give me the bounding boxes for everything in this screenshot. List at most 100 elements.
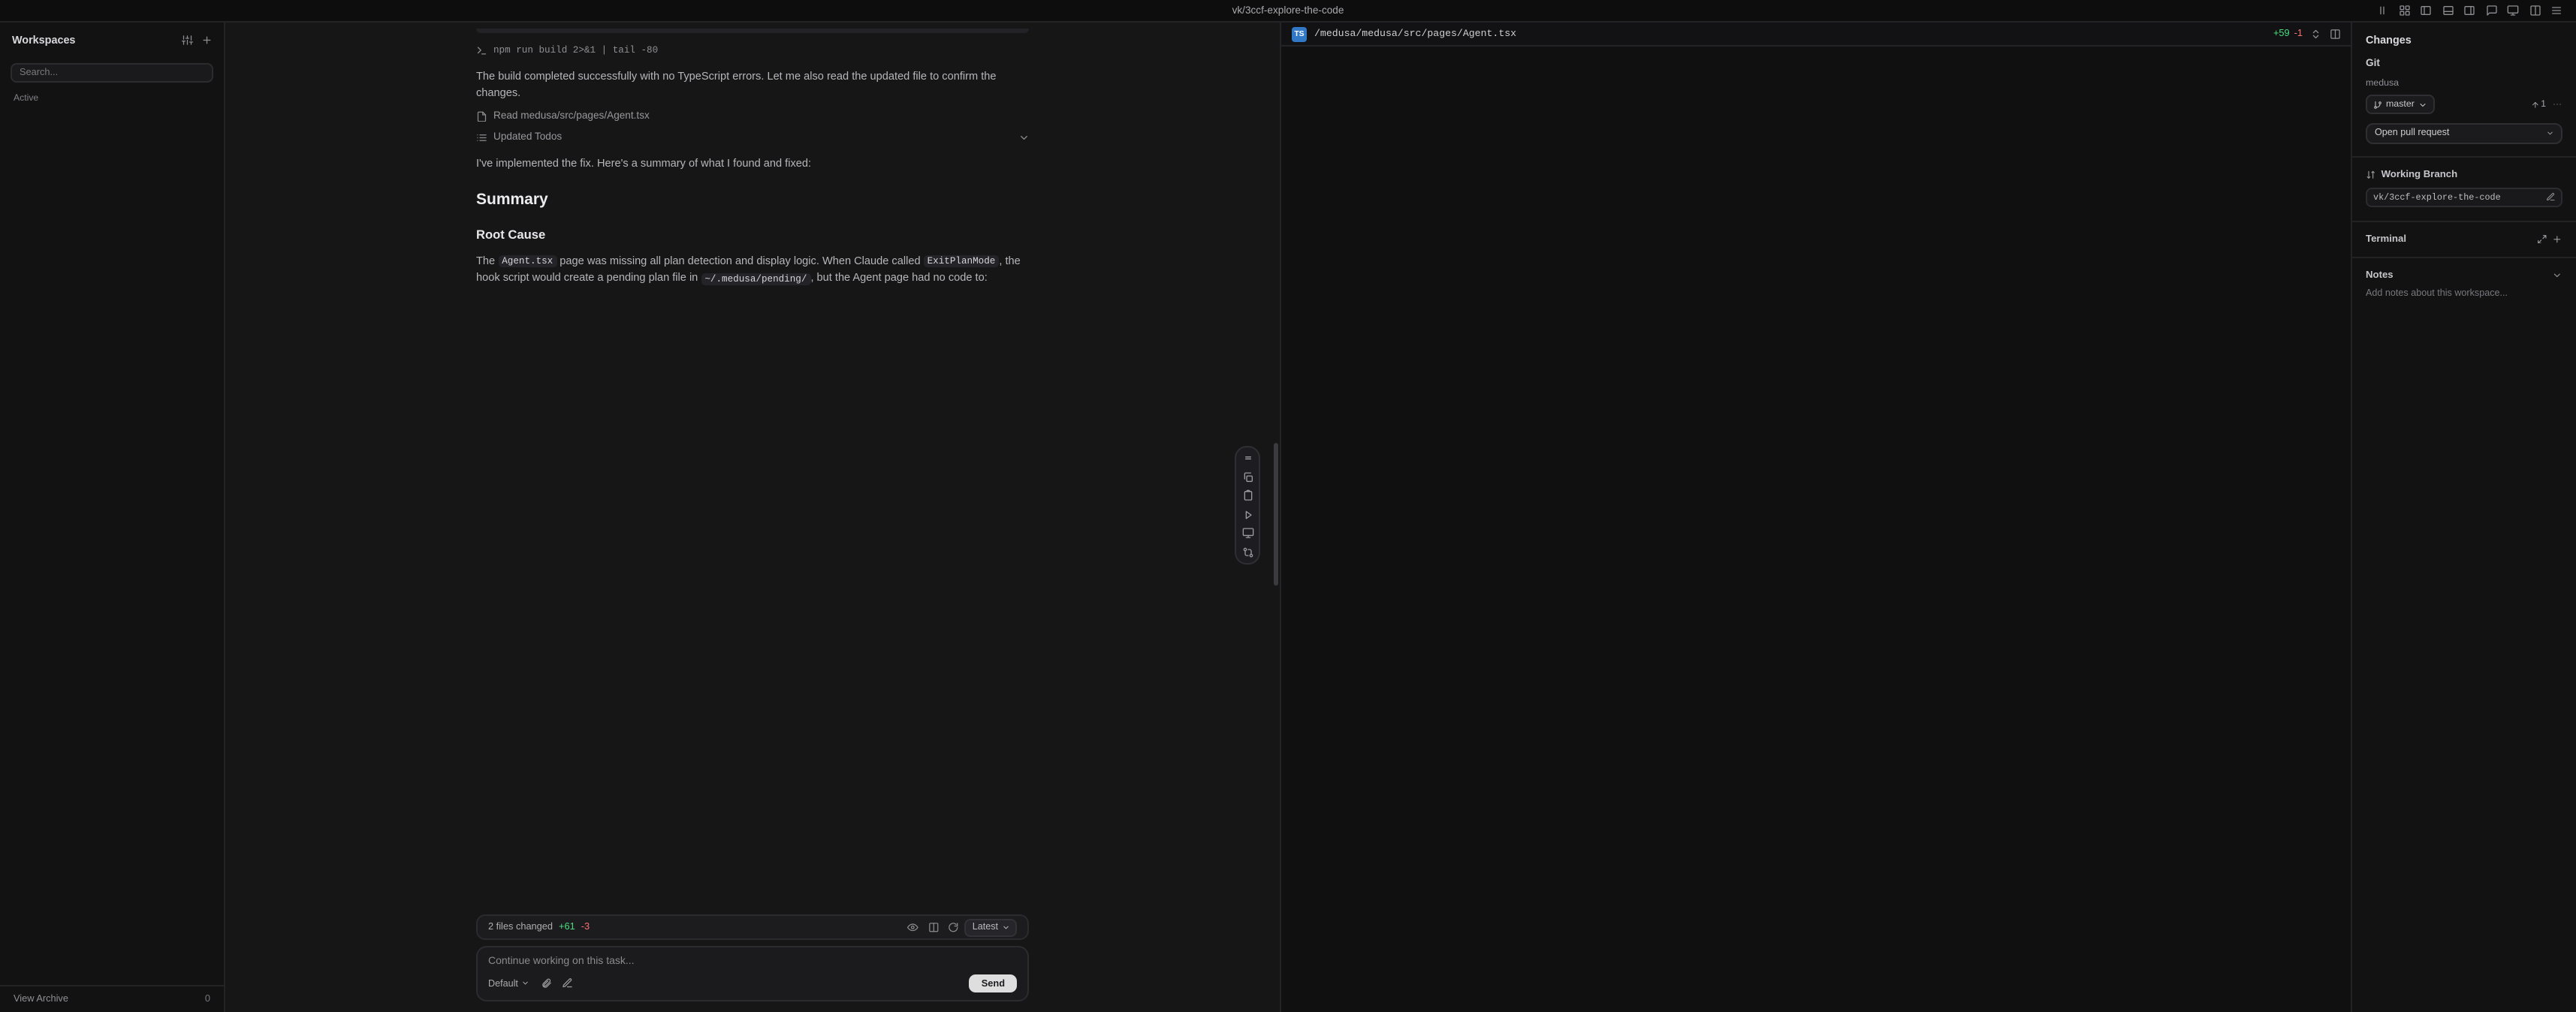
more-options-icon[interactable] (2552, 99, 2562, 110)
display-icon[interactable] (2507, 5, 2519, 17)
message-area[interactable]: npm run build 2>&1 | tail -80 The build c… (225, 23, 1280, 914)
expand-all-icon[interactable] (2310, 29, 2321, 40)
section-heading: Summary (476, 190, 1029, 208)
pr-button-label: Open pull request (2375, 128, 2449, 139)
edit-icon[interactable] (563, 978, 574, 989)
tool-call-label: Read medusa/src/pages/Agent.tsx (493, 111, 650, 122)
composer-toolbar: Default Send (488, 974, 1017, 992)
tool-call-row[interactable]: Updated Todos (476, 132, 1029, 143)
attach-icon[interactable] (541, 978, 552, 989)
branch-row: master 1 (2352, 92, 2576, 117)
expand-terminal-icon[interactable] (2537, 233, 2547, 244)
terminal-icon (476, 45, 487, 56)
tool-call-label: npm run build 2>&1 | tail -80 (493, 46, 658, 56)
copy-icon[interactable] (1241, 471, 1253, 483)
window-controls (2376, 5, 2576, 17)
notes-section-header[interactable]: Notes (2352, 267, 2576, 283)
chat-scrollbar-thumb[interactable] (1273, 443, 1277, 586)
version-selector[interactable]: Latest (965, 918, 1017, 936)
diff-deletions: -1 (2294, 29, 2303, 39)
section-heading: Root Cause (476, 226, 1029, 241)
send-button[interactable]: Send (970, 974, 1017, 992)
main-layout: Workspaces Active View Archive 0 npm run… (0, 23, 2576, 1012)
floating-toolbar (1235, 446, 1260, 564)
files-changed-label: 2 files changed (488, 922, 553, 932)
chat-panel: npm run build 2>&1 | tail -80 The build c… (225, 23, 1280, 1012)
changes-panel-title: Changes (2352, 32, 2576, 56)
additions-count: +61 (559, 922, 575, 932)
refresh-icon[interactable] (948, 922, 959, 933)
view-archive-link[interactable]: View Archive (14, 994, 68, 1004)
model-label: Default (488, 978, 518, 989)
terminal-section-header[interactable]: Terminal (2352, 230, 2576, 247)
changes-panel: Changes Git medusa master 1 Open pull re… (2351, 23, 2576, 1012)
drag-handle-icon[interactable] (1241, 452, 1253, 464)
notes-section-label: Notes (2366, 270, 2394, 280)
composer: Continue working on this task... Default… (476, 946, 1029, 1001)
titlebar: vk/3ccf-explore-the-code (0, 0, 2576, 23)
search-input[interactable] (11, 63, 213, 83)
working-branch-header: Working Branch (2352, 166, 2576, 182)
chevron-down-icon (2545, 129, 2553, 137)
arrow-up-icon (2531, 100, 2540, 109)
message-input[interactable]: Continue working on this task... (488, 956, 1017, 974)
working-branch-value: vk/3ccf-explore-the-code (2373, 191, 2501, 202)
diff-content[interactable] (1281, 47, 2351, 1012)
branch-sync-icon (2366, 169, 2376, 179)
model-selector[interactable]: Default (488, 978, 530, 989)
notes-placeholder[interactable]: Add notes about this workspace... (2352, 283, 2576, 303)
workspace-list (0, 107, 224, 985)
section-label-active: Active (0, 86, 224, 107)
panel-left-icon[interactable] (2420, 5, 2432, 17)
notes-chevron-icon[interactable] (2552, 270, 2562, 280)
chevron-down-icon (1001, 923, 1009, 932)
typescript-file-icon: TS (1292, 26, 1307, 41)
plus-icon[interactable] (201, 35, 212, 46)
clipboard-icon[interactable] (1241, 489, 1253, 501)
branch-selector[interactable]: master (2366, 95, 2435, 114)
search-box (11, 56, 213, 83)
diff-stats: +59 -1 (2273, 29, 2303, 39)
divider (2352, 220, 2576, 221)
repo-name: medusa (2352, 72, 2576, 92)
divider (2352, 256, 2576, 258)
new-terminal-icon[interactable] (2552, 233, 2562, 244)
split-view-icon[interactable] (2329, 29, 2340, 40)
layout-grid-icon[interactable] (2398, 5, 2410, 17)
commits-ahead: 1 (2531, 99, 2547, 110)
chat-icon[interactable] (2485, 5, 2497, 17)
menu-icon[interactable] (2550, 5, 2562, 17)
pause-icon[interactable] (2376, 5, 2388, 17)
panel-bottom-icon[interactable] (2442, 5, 2454, 17)
git-branch-icon (2373, 100, 2382, 109)
columns-icon[interactable] (2529, 5, 2541, 17)
inline-code: Agent.tsx (498, 255, 557, 267)
sidebar-header-icons (182, 35, 212, 46)
window-title: vk/3ccf-explore-the-code (1232, 5, 1344, 16)
git-section-label: Git (2352, 56, 2576, 72)
sliders-icon[interactable] (182, 35, 193, 46)
tool-call-row[interactable]: npm run build 2>&1 | tail -80 (476, 45, 1029, 56)
open-pull-request-button[interactable]: Open pull request (2366, 123, 2562, 143)
inline-code: ExitPlanMode (924, 255, 1000, 267)
diff-file-path: /medusa/medusa/src/pages/Agent.tsx (1314, 29, 1516, 39)
assistant-paragraph: The build completed successfully with no… (476, 67, 1029, 100)
tool-call-label: Updated Todos (493, 133, 562, 143)
changes-bar-icons (908, 922, 959, 933)
clipped-message-block (476, 29, 1029, 33)
tool-call-row[interactable]: Read medusa/src/pages/Agent.tsx (476, 110, 1029, 122)
display-icon[interactable] (1241, 527, 1253, 539)
branch-name: master (2386, 99, 2415, 110)
play-icon[interactable] (1241, 508, 1253, 520)
eye-icon[interactable] (908, 922, 919, 933)
panel-right-icon[interactable] (2463, 5, 2475, 17)
columns-icon[interactable] (928, 922, 940, 933)
working-branch-input[interactable]: vk/3ccf-explore-the-code (2366, 187, 2562, 206)
divider (2352, 155, 2576, 157)
git-compare-icon[interactable] (1241, 546, 1253, 558)
edit-branch-icon[interactable] (2545, 192, 2555, 202)
chevron-down-icon (522, 980, 530, 988)
chevron-down-icon[interactable] (1018, 132, 1029, 143)
app-window: vk/3ccf-explore-the-code Workspaces Acti… (0, 0, 2576, 1012)
chat-bottom-section: 2 files changed +61 -3 Latest Continue w… (476, 914, 1029, 1012)
